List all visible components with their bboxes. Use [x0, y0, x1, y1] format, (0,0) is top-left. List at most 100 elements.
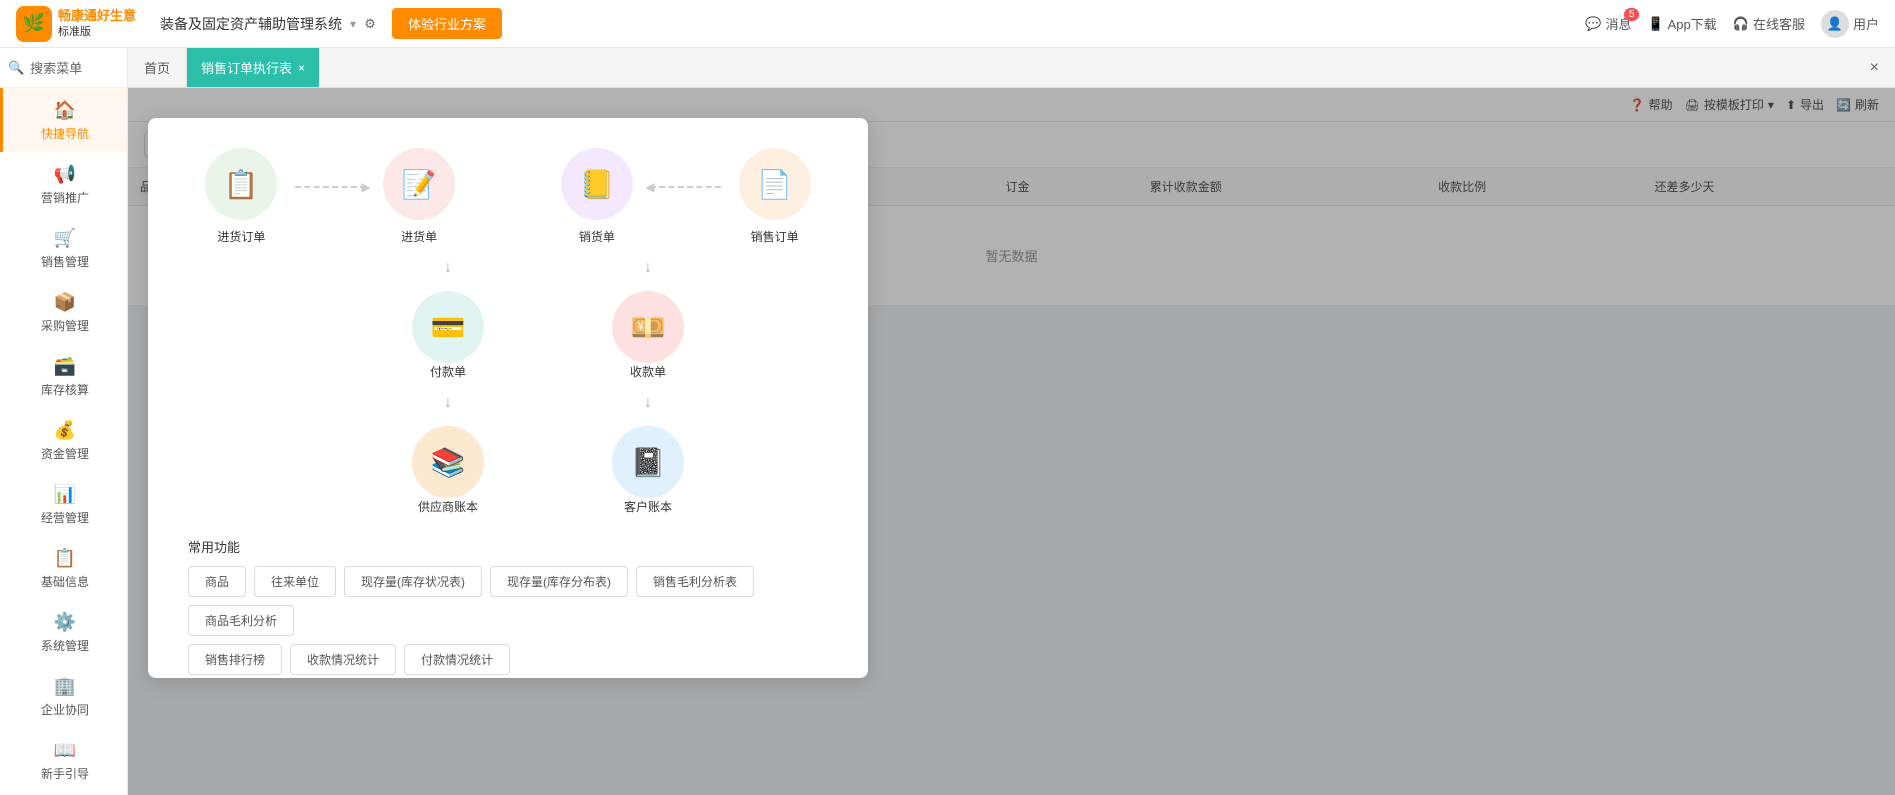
logo-icon: 🌿 [16, 6, 52, 42]
guide-icon: 📖 [54, 740, 76, 761]
sidebar-item-label-guide: 新手引导 [41, 765, 89, 782]
sidebar-item-operation[interactable]: 📊 经营管理 [0, 472, 127, 536]
message-icon: 💬 [1585, 16, 1601, 32]
node-customer-account[interactable]: 📓 客户账本 [588, 426, 708, 515]
sales-icon: 🛒 [54, 228, 76, 249]
func-btn-receipt-stat[interactable]: 收款情况统计 [290, 644, 396, 675]
system-icon: ⚙️ [54, 612, 76, 633]
tab-close-icon[interactable]: × [298, 61, 305, 75]
tab-sales-order[interactable]: 销售订单执行表 × [187, 48, 319, 87]
node-purchase-bill[interactable]: 📝 进货单 [366, 148, 473, 245]
func-buttons-row1: 商品 往来单位 现存量(库存状况表) 现存量(库存分布表) 销售毛利分析表 商品… [188, 566, 828, 636]
func-btn-stock-status[interactable]: 现存量(库存状况表) [344, 566, 482, 597]
sidebar-item-inventory[interactable]: 🗃️ 库存核算 [0, 344, 127, 408]
sidebar-item-quick[interactable]: 🏠 快捷导航 [0, 88, 127, 152]
func-btn-contact[interactable]: 往来单位 [254, 566, 336, 597]
sidebar-item-label-purchase: 采购管理 [41, 317, 89, 334]
message-button[interactable]: 💬 消息 5 [1585, 14, 1631, 33]
app-download-button[interactable]: 📱 App下载 [1647, 14, 1716, 33]
common-func-title: 常用功能 [188, 537, 828, 556]
search-menu[interactable]: 🔍 搜索菜单 [0, 48, 127, 88]
sidebar-item-guide[interactable]: 📖 新手引导 [0, 728, 127, 792]
purchase-order-label: 进货订单 [217, 228, 265, 245]
system-name-area: 装备及固定资产辅助管理系统 ▾ [160, 14, 356, 34]
sidebar-item-label-basic: 基础信息 [41, 573, 89, 590]
flow-row-3: 📚 供应商账本 📓 客户账本 [188, 426, 828, 515]
sidebar-item-basic[interactable]: 📋 基础信息 [0, 536, 127, 600]
user-area[interactable]: 👤 用户 [1821, 10, 1879, 38]
sidebar-item-marketing[interactable]: 📢 营销推广 [0, 152, 127, 216]
online-service-button[interactable]: 🎧 在线客服 [1733, 14, 1805, 33]
sidebar-item-purchase[interactable]: 📦 采购管理 [0, 280, 127, 344]
main-area: 🔍 搜索菜单 🏠 快捷导航 📢 营销推广 🛒 销售管理 📦 采购管理 🗃️ [0, 48, 1895, 795]
sidebar: 🔍 搜索菜单 🏠 快捷导航 📢 营销推广 🛒 销售管理 📦 采购管理 🗃️ [0, 48, 128, 795]
tab-area-close-icon[interactable]: × [1870, 59, 1879, 77]
node-sales-bill[interactable]: 📒 销货单 [544, 148, 651, 245]
supplier-account-icon: 📚 [412, 426, 484, 498]
basic-icon: 📋 [54, 548, 76, 569]
sidebar-item-label-sales: 销售管理 [41, 253, 89, 270]
node-sales-order[interactable]: 📄 销售订单 [721, 148, 828, 245]
quick-icon: 🏠 [54, 100, 76, 121]
purchase-bill-icon: 📝 [383, 148, 455, 220]
supplier-account-label: 供应商账本 [418, 498, 478, 515]
tab-bar: 首页 销售订单执行表 × × [128, 48, 1895, 88]
func-btn-stock-dist[interactable]: 现存量(库存分布表) [490, 566, 628, 597]
flow-down-arrows-row: ↓ ↓ [188, 255, 828, 281]
enterprise-icon: 🏢 [54, 676, 76, 697]
flow-diagram: 📋 进货订单 ▶ [188, 148, 828, 525]
content-area: 首页 销售订单执行表 × × ❓ 帮助 🖨 按 [128, 48, 1895, 795]
down-arrow-purchase: ↓ [388, 259, 508, 277]
node-supplier-account[interactable]: 📚 供应商账本 [388, 426, 508, 515]
tab-home[interactable]: 首页 [128, 48, 187, 87]
home-tab-label: 首页 [144, 58, 170, 77]
tab-sales-order-label: 销售订单执行表 [201, 58, 292, 77]
search-icon: 🔍 [8, 60, 24, 76]
arrow-purchase-order-to-bill: ▶ [295, 186, 366, 208]
func-btn-payment-stat[interactable]: 付款情况统计 [404, 644, 510, 675]
app-wrapper: 🌿 畅康通好生意 标准版 装备及固定资产辅助管理系统 ▾ ⚙ 体验行业方案 💬 … [0, 0, 1895, 795]
logo-area: 🌿 畅康通好生意 标准版 [16, 6, 144, 42]
settings-icon[interactable]: ⚙ [356, 10, 384, 38]
receipt-icon: 💴 [612, 291, 684, 363]
experience-button[interactable]: 体验行业方案 [392, 8, 502, 39]
top-bar: 🌿 畅康通好生意 标准版 装备及固定资产辅助管理系统 ▾ ⚙ 体验行业方案 💬 … [0, 0, 1895, 48]
customer-account-label: 客户账本 [624, 498, 672, 515]
flow-down-arrows-row2: ↓ ↓ [188, 390, 828, 416]
func-btn-goods[interactable]: 商品 [188, 566, 246, 597]
purchase-order-icon: 📋 [205, 148, 277, 220]
sidebar-item-label-inventory: 库存核算 [41, 381, 89, 398]
sidebar-item-enterprise[interactable]: 🏢 企业协同 [0, 664, 127, 728]
content-body: ❓ 帮助 🖨 按模板打印 ▾ ⬆ 导出 🔄 刷新 [128, 88, 1895, 795]
payment-icon: 💳 [412, 291, 484, 363]
top-right-area: 💬 消息 5 📱 App下载 🎧 在线客服 👤 用户 [1585, 10, 1879, 38]
inventory-icon: 🗃️ [54, 356, 76, 377]
node-receipt[interactable]: 💴 收款单 [588, 291, 708, 380]
avatar: 👤 [1821, 10, 1849, 38]
modal-overlay: 📋 进货订单 ▶ [128, 88, 1895, 795]
app-download-label: App下载 [1668, 14, 1717, 33]
sales-order-label: 销售订单 [751, 228, 799, 245]
down-arrow-receipt: ↓ [588, 394, 708, 412]
func-btn-goods-profit[interactable]: 商品毛利分析 [188, 605, 294, 636]
func-btn-sales-rank[interactable]: 销售排行榜 [188, 644, 282, 675]
receipt-label: 收款单 [630, 363, 666, 380]
func-btn-sales-profit[interactable]: 销售毛利分析表 [636, 566, 754, 597]
flow-row-2: 💳 付款单 💴 收款单 [188, 291, 828, 380]
user-name: 用户 [1853, 14, 1879, 33]
purchase-bill-label: 进货单 [401, 228, 437, 245]
operation-icon: 📊 [54, 484, 76, 505]
purchase-icon: 📦 [54, 292, 76, 313]
message-badge: 5 [1624, 8, 1640, 21]
node-purchase-order[interactable]: 📋 进货订单 [188, 148, 295, 245]
logo-line2: 标准版 [58, 25, 136, 39]
sales-bill-label: 销货单 [579, 228, 615, 245]
search-menu-label: 搜索菜单 [30, 58, 82, 77]
sidebar-item-system[interactable]: ⚙️ 系统管理 [0, 600, 127, 664]
sidebar-item-label-operation: 经营管理 [41, 509, 89, 526]
logo-text: 畅康通好生意 标准版 [58, 8, 136, 39]
quick-guide-modal: 📋 进货订单 ▶ [148, 118, 868, 678]
node-payment[interactable]: 💳 付款单 [388, 291, 508, 380]
sidebar-item-finance[interactable]: 💰 资金管理 [0, 408, 127, 472]
sidebar-item-sales[interactable]: 🛒 销售管理 [0, 216, 127, 280]
